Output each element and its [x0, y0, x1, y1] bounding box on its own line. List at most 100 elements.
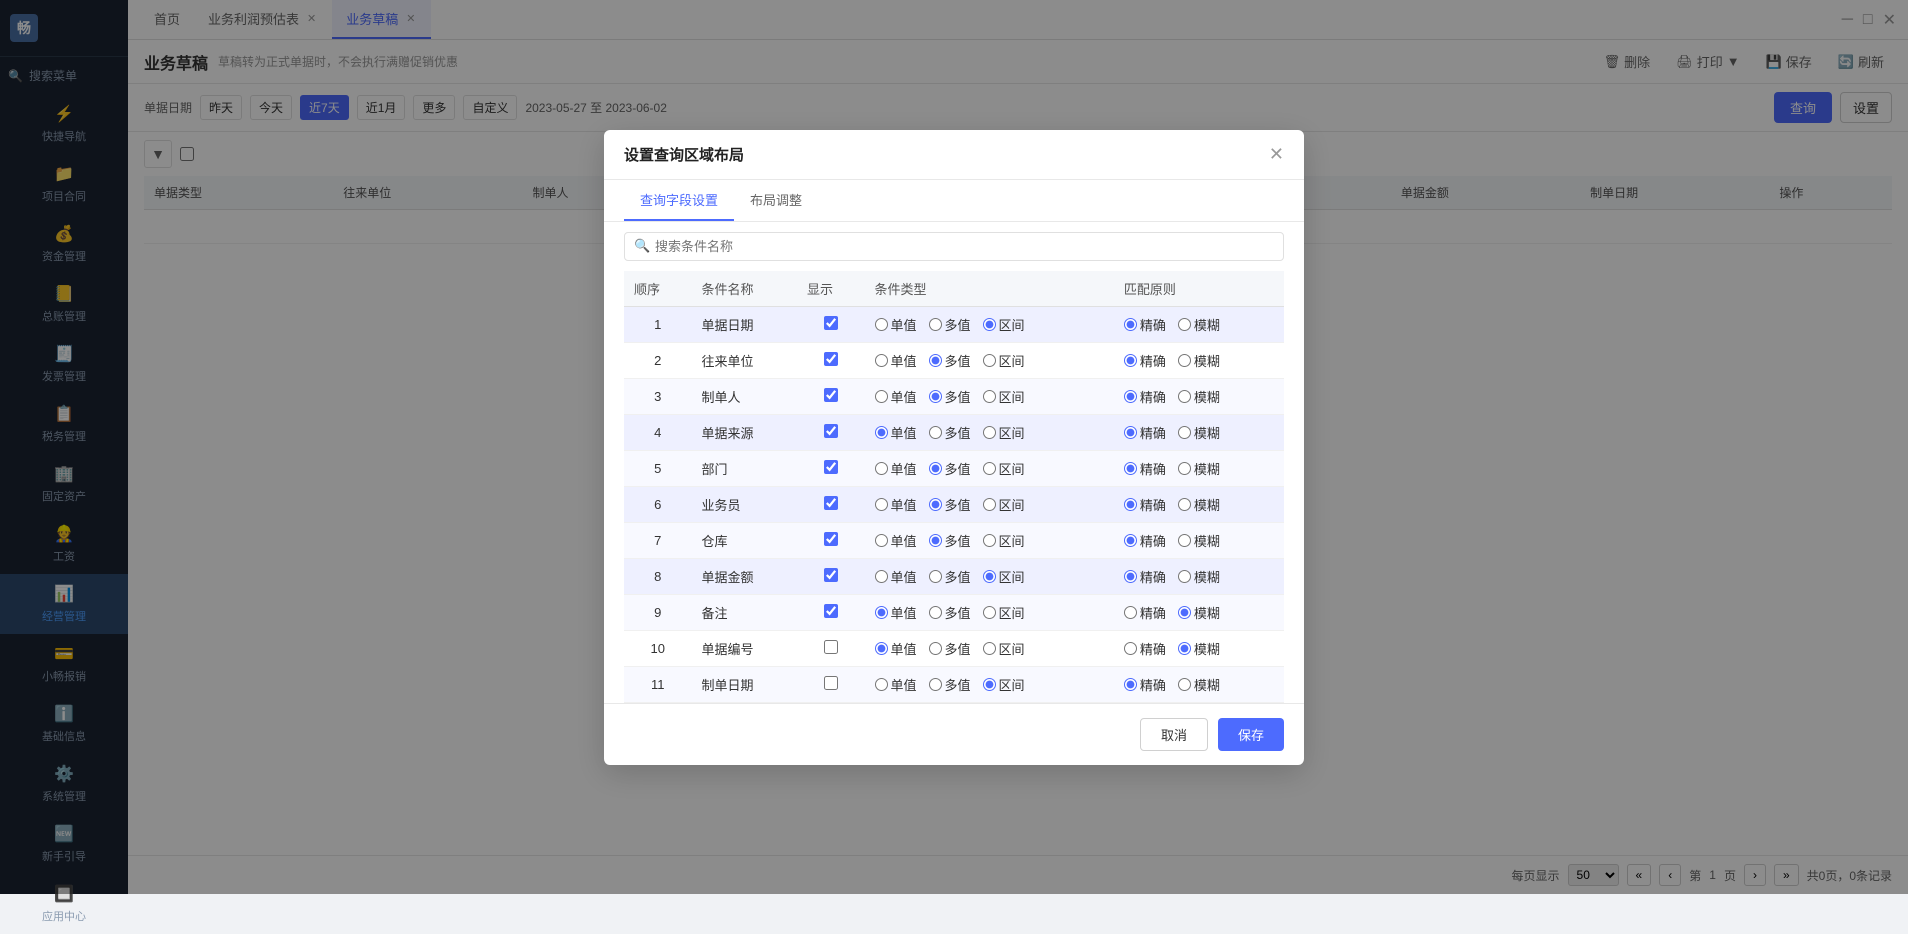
match-radio-item[interactable]: 模糊 — [1178, 531, 1220, 550]
type-radio-item[interactable]: 多值 — [929, 567, 971, 586]
row-match[interactable]: 精确模糊 — [1114, 522, 1284, 558]
modal-tab-layout-adjust[interactable]: 布局调整 — [734, 180, 818, 221]
modal-search-input[interactable] — [624, 232, 1284, 261]
type-radio-item[interactable]: 单值 — [875, 459, 917, 478]
show-checkbox[interactable] — [824, 676, 838, 690]
match-radio-item[interactable]: 精确 — [1124, 603, 1166, 622]
type-radio-item[interactable]: 单值 — [875, 387, 917, 406]
match-radio-item[interactable]: 精确 — [1124, 459, 1166, 478]
row-match[interactable]: 精确模糊 — [1114, 378, 1284, 414]
type-radio-item[interactable]: 区间 — [983, 603, 1025, 622]
row-match[interactable]: 精确模糊 — [1114, 450, 1284, 486]
match-radio-item[interactable]: 模糊 — [1178, 495, 1220, 514]
row-match[interactable]: 精确模糊 — [1114, 342, 1284, 378]
row-type[interactable]: 单值多值区间 — [865, 522, 1114, 558]
type-radio-item[interactable]: 单值 — [875, 315, 917, 334]
type-radio-item[interactable]: 多值 — [929, 315, 971, 334]
row-type[interactable]: 单值多值区间 — [865, 594, 1114, 630]
row-show[interactable] — [797, 594, 864, 630]
row-show[interactable] — [797, 306, 864, 342]
show-checkbox[interactable] — [824, 352, 838, 366]
match-radio-item[interactable]: 模糊 — [1178, 423, 1220, 442]
match-radio-item[interactable]: 模糊 — [1178, 387, 1220, 406]
match-radio-item[interactable]: 精确 — [1124, 387, 1166, 406]
show-checkbox[interactable] — [824, 388, 838, 402]
row-type[interactable]: 单值多值区间 — [865, 378, 1114, 414]
row-type[interactable]: 单值多值区间 — [865, 666, 1114, 702]
match-radio-item[interactable]: 模糊 — [1178, 567, 1220, 586]
row-match[interactable]: 精确模糊 — [1114, 414, 1284, 450]
type-radio-item[interactable]: 区间 — [983, 351, 1025, 370]
type-radio-item[interactable]: 区间 — [983, 675, 1025, 694]
type-radio-item[interactable]: 多值 — [929, 531, 971, 550]
row-show[interactable] — [797, 486, 864, 522]
type-radio-item[interactable]: 区间 — [983, 567, 1025, 586]
type-radio-item[interactable]: 多值 — [929, 423, 971, 442]
type-radio-item[interactable]: 区间 — [983, 387, 1025, 406]
type-radio-item[interactable]: 区间 — [983, 531, 1025, 550]
match-radio-item[interactable]: 精确 — [1124, 531, 1166, 550]
row-type[interactable]: 单值多值区间 — [865, 306, 1114, 342]
show-checkbox[interactable] — [824, 568, 838, 582]
row-show[interactable] — [797, 342, 864, 378]
match-radio-item[interactable]: 精确 — [1124, 495, 1166, 514]
match-radio-item[interactable]: 模糊 — [1178, 675, 1220, 694]
row-match[interactable]: 精确模糊 — [1114, 558, 1284, 594]
type-radio-item[interactable]: 单值 — [875, 531, 917, 550]
type-radio-item[interactable]: 单值 — [875, 351, 917, 370]
match-radio-item[interactable]: 模糊 — [1178, 459, 1220, 478]
match-radio-item[interactable]: 精确 — [1124, 639, 1166, 658]
row-show[interactable] — [797, 666, 864, 702]
type-radio-item[interactable]: 区间 — [983, 639, 1025, 658]
modal-close-btn[interactable]: ✕ — [1269, 145, 1284, 163]
match-radio-item[interactable]: 模糊 — [1178, 315, 1220, 334]
type-radio-item[interactable]: 多值 — [929, 351, 971, 370]
type-radio-item[interactable]: 多值 — [929, 495, 971, 514]
type-radio-item[interactable]: 单值 — [875, 423, 917, 442]
type-radio-item[interactable]: 区间 — [983, 495, 1025, 514]
type-radio-item[interactable]: 单值 — [875, 675, 917, 694]
match-radio-item[interactable]: 模糊 — [1178, 603, 1220, 622]
match-radio-item[interactable]: 精确 — [1124, 423, 1166, 442]
row-match[interactable]: 精确模糊 — [1114, 594, 1284, 630]
row-show[interactable] — [797, 450, 864, 486]
type-radio-item[interactable]: 区间 — [983, 315, 1025, 334]
row-type[interactable]: 单值多值区间 — [865, 414, 1114, 450]
match-radio-item[interactable]: 模糊 — [1178, 351, 1220, 370]
type-radio-item[interactable]: 区间 — [983, 423, 1025, 442]
type-radio-item[interactable]: 多值 — [929, 387, 971, 406]
match-radio-item[interactable]: 精确 — [1124, 315, 1166, 334]
row-type[interactable]: 单值多值区间 — [865, 342, 1114, 378]
show-checkbox[interactable] — [824, 532, 838, 546]
match-radio-item[interactable]: 精确 — [1124, 675, 1166, 694]
row-show[interactable] — [797, 414, 864, 450]
row-show[interactable] — [797, 522, 864, 558]
type-radio-item[interactable]: 区间 — [983, 459, 1025, 478]
match-radio-item[interactable]: 精确 — [1124, 351, 1166, 370]
show-checkbox[interactable] — [824, 496, 838, 510]
cancel-button[interactable]: 取消 — [1140, 718, 1208, 751]
type-radio-item[interactable]: 多值 — [929, 639, 971, 658]
show-checkbox[interactable] — [824, 424, 838, 438]
row-type[interactable]: 单值多值区间 — [865, 450, 1114, 486]
type-radio-item[interactable]: 单值 — [875, 603, 917, 622]
match-radio-item[interactable]: 精确 — [1124, 567, 1166, 586]
show-checkbox[interactable] — [824, 460, 838, 474]
match-radio-item[interactable]: 模糊 — [1178, 639, 1220, 658]
type-radio-item[interactable]: 多值 — [929, 675, 971, 694]
row-type[interactable]: 单值多值区间 — [865, 558, 1114, 594]
row-show[interactable] — [797, 630, 864, 666]
save-modal-button[interactable]: 保存 — [1218, 718, 1284, 751]
type-radio-item[interactable]: 单值 — [875, 495, 917, 514]
show-checkbox[interactable] — [824, 640, 838, 654]
row-match[interactable]: 精确模糊 — [1114, 666, 1284, 702]
row-match[interactable]: 精确模糊 — [1114, 306, 1284, 342]
type-radio-item[interactable]: 单值 — [875, 639, 917, 658]
type-radio-item[interactable]: 单值 — [875, 567, 917, 586]
row-type[interactable]: 单值多值区间 — [865, 486, 1114, 522]
type-radio-item[interactable]: 多值 — [929, 603, 971, 622]
show-checkbox[interactable] — [824, 316, 838, 330]
row-show[interactable] — [797, 558, 864, 594]
type-radio-item[interactable]: 多值 — [929, 459, 971, 478]
row-type[interactable]: 单值多值区间 — [865, 630, 1114, 666]
